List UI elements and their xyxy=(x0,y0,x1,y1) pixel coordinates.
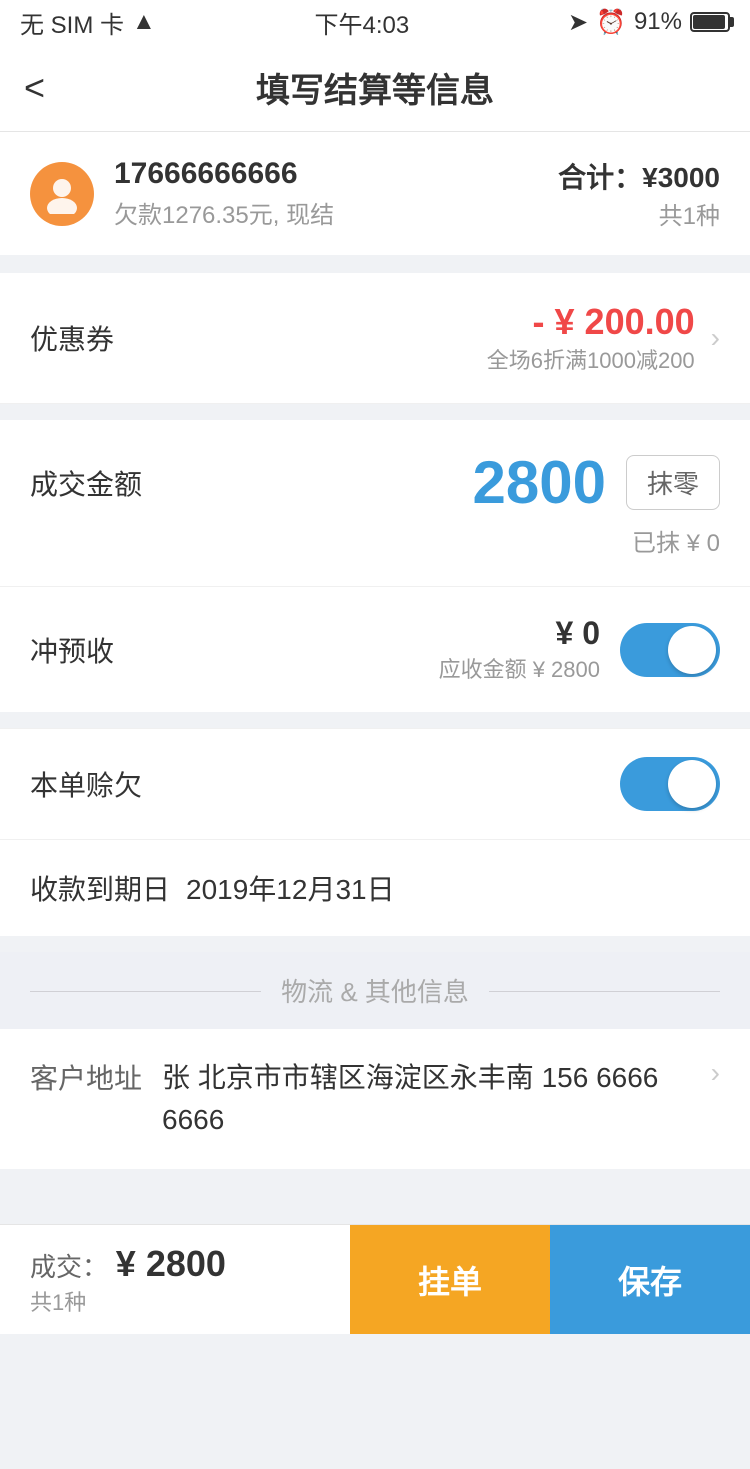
nav-bar: < 填写结算等信息 xyxy=(0,44,750,132)
chevron-right-icon: › xyxy=(711,322,720,354)
bottom-bar: 成交： ¥ 2800 共1种 挂单 保存 xyxy=(0,1224,750,1334)
page-title: 填写结算等信息 xyxy=(256,63,494,112)
bottom-trans-label: 成交： xyxy=(30,1252,108,1282)
status-bar: 无 SIM 卡 ▲ 下午4:03 ➤ ⏰ 91% xyxy=(0,0,750,44)
customer-sub: 欠款1276.35元, 现结 xyxy=(114,195,334,230)
transaction-sub: 已抹 ¥ 0 xyxy=(30,523,720,558)
status-right: ➤ ⏰ 91% xyxy=(568,8,730,37)
precharge-label: 冲预收 xyxy=(30,630,114,670)
save-button[interactable]: 保存 xyxy=(550,1225,750,1334)
carrier-text: 无 SIM 卡 xyxy=(20,5,124,40)
duedate-section: 收款到期日 2019年12月31日 xyxy=(0,839,750,936)
bottom-trans-amount: ¥ 2800 xyxy=(116,1243,226,1284)
back-button[interactable]: < xyxy=(24,67,45,109)
precharge-sub-val: 应收金额 ¥ 2800 xyxy=(439,652,600,684)
address-value: 张 北京市市辖区海淀区永丰南 156 6666 6666 xyxy=(162,1057,711,1141)
location-icon: ➤ xyxy=(568,8,588,37)
bottom-trans-label-row: 成交： ¥ 2800 xyxy=(30,1243,320,1285)
divider-3 xyxy=(0,712,750,728)
coupon-right: - ¥ 200.00 全场6折满1000减200 › xyxy=(487,301,720,375)
bottom-trans-count: 共1种 xyxy=(30,1285,320,1317)
debt-toggle[interactable] xyxy=(620,757,720,811)
duedate-row: 收款到期日 2019年12月31日 xyxy=(30,868,720,908)
coupon-label: 优惠券 xyxy=(30,318,114,358)
precharge-toggle[interactable] xyxy=(620,623,720,677)
divider-4 xyxy=(0,936,750,952)
time-display: 下午4:03 xyxy=(315,5,410,40)
precharge-right: ¥ 0 应收金额 ¥ 2800 xyxy=(439,615,720,684)
divider-2 xyxy=(0,404,750,420)
address-chevron-icon: › xyxy=(711,1057,720,1089)
round-button[interactable]: 抹零 xyxy=(626,455,720,510)
coupon-row[interactable]: 优惠券 - ¥ 200.00 全场6折满1000减200 › xyxy=(0,273,750,404)
transaction-section: 成交金额 2800 抹零 已抹 ¥ 0 xyxy=(0,420,750,587)
debt-label: 本单赊欠 xyxy=(30,764,142,804)
amount-row: 成交金额 2800 抹零 xyxy=(30,448,720,517)
battery-percent: 91% xyxy=(634,8,682,36)
logistics-section-label: 物流 & 其他信息 xyxy=(0,952,750,1029)
total-count: 共1种 xyxy=(558,196,720,231)
duedate-value: 2019年12月31日 xyxy=(186,868,395,908)
status-left: 无 SIM 卡 ▲ xyxy=(20,5,156,40)
address-section[interactable]: 客户地址 张 北京市市辖区海淀区永丰南 156 6666 6666 › xyxy=(0,1029,750,1169)
customer-card: 17666666666 欠款1276.35元, 现结 合计：¥3000 共1种 xyxy=(0,132,750,255)
precharge-row: 冲预收 ¥ 0 应收金额 ¥ 2800 xyxy=(30,615,720,684)
address-label: 客户地址 xyxy=(30,1057,142,1097)
transaction-value: 2800 xyxy=(473,448,606,517)
coupon-discount: - ¥ 200.00 xyxy=(487,301,695,343)
precharge-section: 冲预收 ¥ 0 应收金额 ¥ 2800 xyxy=(0,587,750,712)
wifi-icon: ▲ xyxy=(132,8,156,36)
customer-totals: 合计：¥3000 共1种 xyxy=(558,156,720,231)
customer-info: 17666666666 欠款1276.35元, 现结 xyxy=(114,157,334,230)
alarm-icon: ⏰ xyxy=(596,8,626,37)
transaction-label: 成交金额 xyxy=(30,463,142,503)
customer-phone: 17666666666 xyxy=(114,157,334,191)
duedate-label: 收款到期日 xyxy=(30,868,170,908)
debt-toggle-knob xyxy=(668,760,716,808)
battery-indicator xyxy=(690,12,730,32)
total-amount: 合计：¥3000 xyxy=(558,156,720,196)
divider-1 xyxy=(0,257,750,273)
customer-left: 17666666666 欠款1276.35元, 现结 xyxy=(30,157,334,230)
toggle-knob xyxy=(668,626,716,674)
logistics-label-text: 物流 & 其他信息 xyxy=(261,972,489,1009)
bottom-summary: 成交： ¥ 2800 共1种 xyxy=(0,1225,350,1334)
amount-value-wrap: 2800 抹零 xyxy=(473,448,721,517)
avatar xyxy=(30,162,94,226)
coupon-info: - ¥ 200.00 全场6折满1000减200 xyxy=(487,301,695,375)
coupon-desc: 全场6折满1000减200 xyxy=(487,343,695,375)
precharge-amount: ¥ 0 应收金额 ¥ 2800 xyxy=(439,615,600,684)
precharge-main-val: ¥ 0 xyxy=(439,615,600,652)
hang-button[interactable]: 挂单 xyxy=(350,1225,550,1334)
debt-section: 本单赊欠 xyxy=(0,728,750,839)
